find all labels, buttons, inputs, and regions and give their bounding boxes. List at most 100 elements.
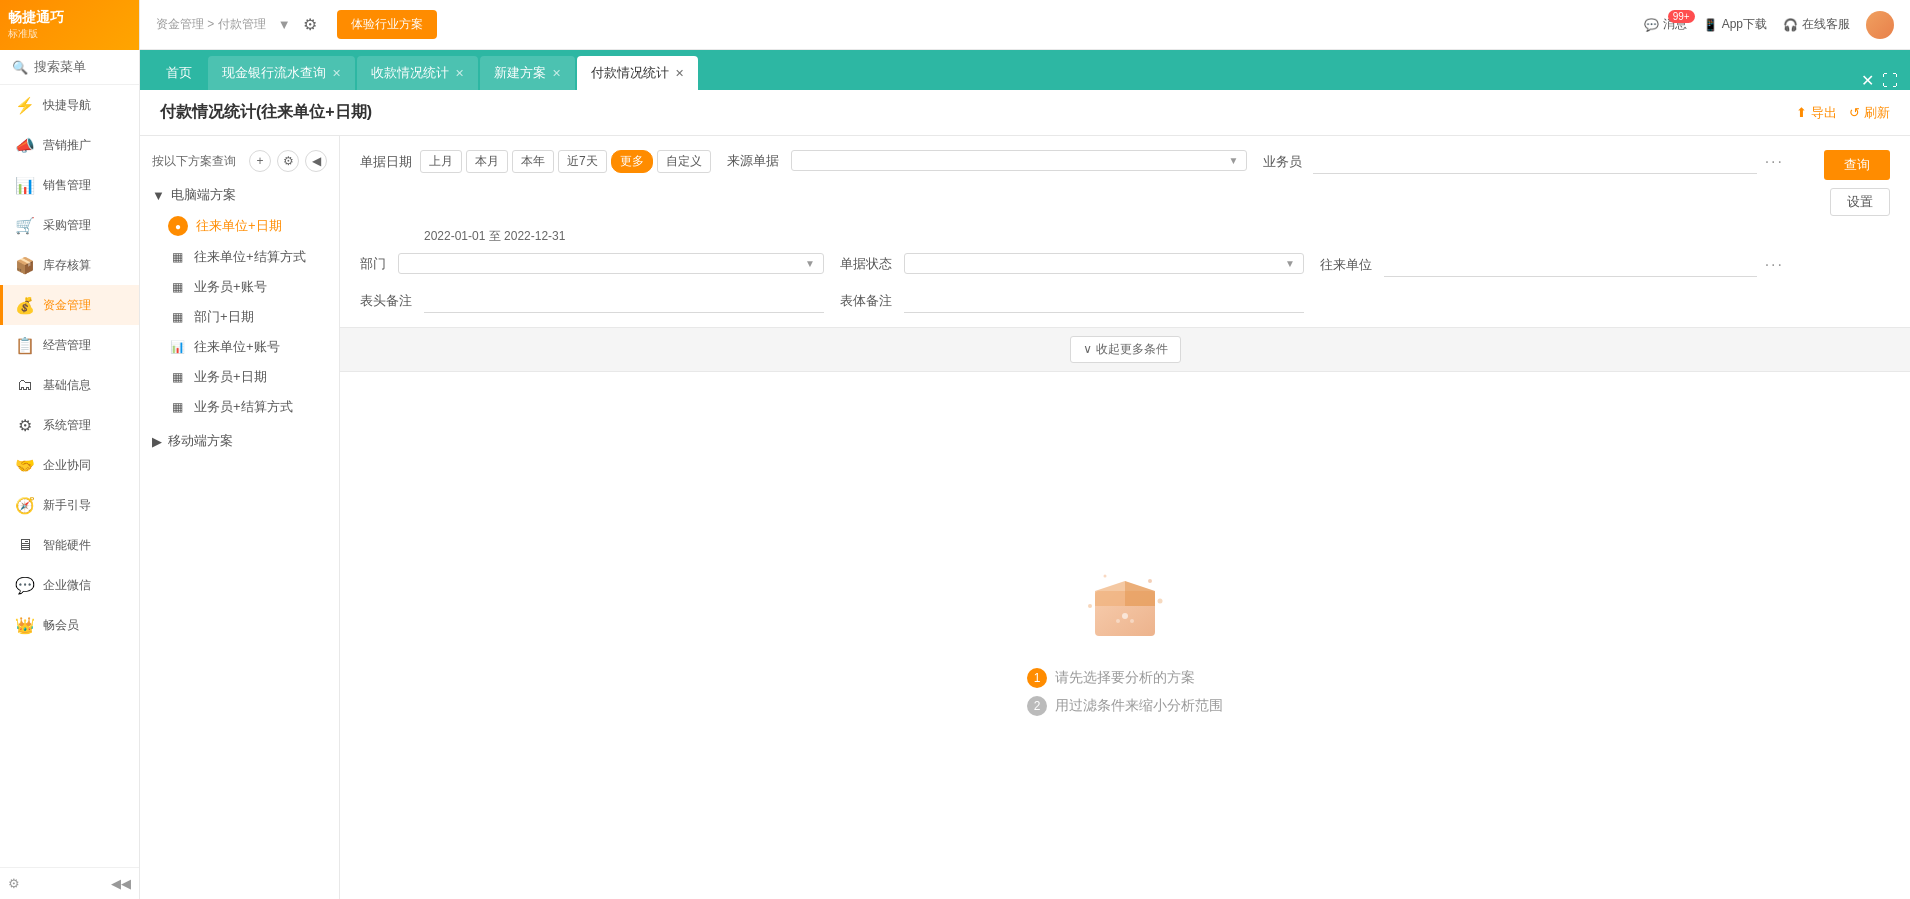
tab-expand-button[interactable]: ⛶ (1882, 72, 1898, 90)
tab-payment-stat-label: 付款情况统计 (591, 64, 669, 82)
app-download-icon: 📱 (1703, 18, 1718, 32)
scheme-item-counterparty-settle[interactable]: ▦ 往来单位+结算方式 (140, 242, 339, 272)
sidebar-search[interactable]: 🔍 搜索菜单 (0, 50, 139, 85)
filter-counterparty-input[interactable] (1384, 253, 1757, 277)
filter-status-item: 单据状态 ▼ (840, 253, 1304, 274)
filter-counterparty-dots[interactable]: ··· (1765, 256, 1784, 274)
sidebar-item-label: 经营管理 (43, 337, 91, 354)
filter-table-header-note-label: 表头备注 (360, 292, 416, 310)
scheme-item-salesman-date[interactable]: ▦ 业务员+日期 (140, 362, 339, 392)
company-icon: 🤝 (15, 455, 35, 475)
collapse-arrow-icon: ∧ (1083, 343, 1092, 357)
svg-point-4 (1116, 619, 1120, 623)
sidebar-nav: ⚡ 快捷导航 📣 营销推广 📊 销售管理 🛒 采购管理 📦 库存核算 💰 资金管… (0, 85, 139, 867)
scheme-item-counterparty-account[interactable]: 📊 往来单位+账号 (140, 332, 339, 362)
empty-tip-1-text: 请先选择要分析的方案 (1055, 669, 1195, 687)
filter-source-label: 来源单据 (727, 152, 783, 170)
sidebar-item-guide[interactable]: 🧭 新手引导 (0, 485, 139, 525)
date-btn-this-year[interactable]: 本年 (512, 150, 554, 173)
tab-new-scheme-close[interactable]: ✕ (552, 67, 561, 80)
breadcrumb: 资金管理 > 付款管理 (156, 16, 266, 33)
filter-settings-button[interactable]: 设置 (1830, 188, 1890, 216)
filter-counterparty-item: 往来单位 ··· (1320, 253, 1784, 277)
scheme-group-mobile-title[interactable]: ▶ 移动端方案 (140, 426, 339, 456)
topbar-settings-icon[interactable]: ⚙ (303, 15, 317, 34)
tab-receivable-close[interactable]: ✕ (455, 67, 464, 80)
sidebar-item-capital[interactable]: 💰 资金管理 (0, 285, 139, 325)
collapse-bar: ∧ 收起更多条件 (340, 328, 1910, 372)
sidebar-item-operation[interactable]: 📋 经营管理 (0, 325, 139, 365)
sidebar-item-basic[interactable]: 🗂 基础信息 (0, 365, 139, 405)
app-download-button[interactable]: 📱 App下载 (1703, 16, 1767, 33)
svg-point-5 (1130, 619, 1134, 623)
left-panel-header-label: 按以下方案查询 (152, 153, 236, 170)
tab-home[interactable]: 首页 (152, 56, 206, 90)
messages-button[interactable]: 💬 消息 99+ (1644, 16, 1687, 33)
breadcrumb-arrow: ▼ (278, 17, 291, 32)
scheme-item-counterparty-date[interactable]: ● 往来单位+日期 (140, 210, 339, 242)
filter-status-select[interactable]: ▼ (904, 253, 1304, 274)
scheme-item-label: 业务员+账号 (194, 278, 267, 296)
filter-salesman-dots[interactable]: ··· (1765, 153, 1784, 171)
user-avatar[interactable] (1866, 11, 1894, 39)
sidebar-item-inventory[interactable]: 📦 库存核算 (0, 245, 139, 285)
right-panel: 单据日期 上月 本月 本年 近7天 更多 自定义 来源单据 (340, 136, 1910, 899)
sidebar-collapse-icon[interactable]: ◀◀ (111, 876, 131, 891)
scheme-item-label: 部门+日期 (194, 308, 254, 326)
tab-new-scheme[interactable]: 新建方案 ✕ (480, 56, 575, 90)
sidebar-settings-icon[interactable]: ⚙ (8, 876, 20, 891)
sidebar-item-hardware[interactable]: 🖥 智能硬件 (0, 525, 139, 565)
export-button[interactable]: ⬆ 导出 (1796, 104, 1837, 122)
operation-icon: 📋 (15, 335, 35, 355)
export-icon: ⬆ (1796, 105, 1807, 120)
tab-receivable[interactable]: 收款情况统计 ✕ (357, 56, 478, 90)
sidebar-item-sales[interactable]: 📊 销售管理 (0, 165, 139, 205)
sidebar-item-wechat[interactable]: 💬 企业微信 (0, 565, 139, 605)
filter-source-select[interactable]: ▼ (791, 150, 1248, 171)
filter-dept-select[interactable]: ▼ (398, 253, 824, 274)
sidebar-item-purchase[interactable]: 🛒 采购管理 (0, 205, 139, 245)
date-btn-this-month[interactable]: 本月 (466, 150, 508, 173)
scheme-item-salesman-account[interactable]: ▦ 业务员+账号 (140, 272, 339, 302)
collapse-btn-label: 收起更多条件 (1096, 341, 1168, 358)
scheme-table-icon: ▦ (168, 248, 186, 266)
date-btn-more[interactable]: 更多 (611, 150, 653, 173)
filter-salesman-input[interactable] (1313, 150, 1756, 174)
scheme-item-salesman-settle[interactable]: ▦ 业务员+结算方式 (140, 392, 339, 422)
tab-home-label: 首页 (166, 64, 192, 82)
online-service-button[interactable]: 🎧 在线客服 (1783, 16, 1850, 33)
date-btn-last-7-days[interactable]: 近7天 (558, 150, 607, 173)
tab-bank-flow-close[interactable]: ✕ (332, 67, 341, 80)
query-button[interactable]: 查询 (1824, 150, 1890, 180)
scheme-item-dept-date[interactable]: ▦ 部门+日期 (140, 302, 339, 332)
sidebar-item-system[interactable]: ⚙ 系统管理 (0, 405, 139, 445)
tab-payment-stat-close[interactable]: ✕ (675, 67, 684, 80)
sidebar-item-marketing[interactable]: 📣 营销推广 (0, 125, 139, 165)
topbar-right: 💬 消息 99+ 📱 App下载 🎧 在线客服 (1644, 11, 1894, 39)
collapse-panel-button[interactable]: ◀ (305, 150, 327, 172)
sidebar-item-label: 采购管理 (43, 217, 91, 234)
scheme-group-label: 电脑端方案 (171, 186, 236, 204)
refresh-button[interactable]: ↺ 刷新 (1849, 104, 1890, 122)
date-btn-last-month[interactable]: 上月 (420, 150, 462, 173)
tab-payment-stat[interactable]: 付款情况统计 ✕ (577, 56, 698, 90)
add-scheme-button[interactable]: + (249, 150, 271, 172)
filter-status-arrow: ▼ (1285, 258, 1295, 269)
scheme-settings-button[interactable]: ⚙ (277, 150, 299, 172)
filter-table-body-note-input[interactable] (904, 289, 1304, 313)
sidebar-item-company[interactable]: 🤝 企业协同 (0, 445, 139, 485)
filter-table-header-note-input[interactable] (424, 289, 824, 313)
collapse-conditions-button[interactable]: ∧ 收起更多条件 (1070, 336, 1181, 363)
tab-close-all-button[interactable]: ✕ (1861, 71, 1874, 90)
tab-new-scheme-label: 新建方案 (494, 64, 546, 82)
scheme-group-mobile: ▶ 移动端方案 (140, 426, 339, 456)
tab-bank-flow[interactable]: 现金银行流水查询 ✕ (208, 56, 355, 90)
sidebar-item-member[interactable]: 👑 畅会员 (0, 605, 139, 645)
scheme-group-desktop-title[interactable]: ▼ 电脑端方案 (140, 180, 339, 210)
tip-num-1: 1 (1027, 668, 1047, 688)
scheme-item-label: 业务员+结算方式 (194, 398, 293, 416)
sidebar-item-quick-nav[interactable]: ⚡ 快捷导航 (0, 85, 139, 125)
trial-button[interactable]: 体验行业方案 (337, 10, 437, 39)
date-btn-custom[interactable]: 自定义 (657, 150, 711, 173)
messages-badge: 99+ (1668, 10, 1695, 23)
